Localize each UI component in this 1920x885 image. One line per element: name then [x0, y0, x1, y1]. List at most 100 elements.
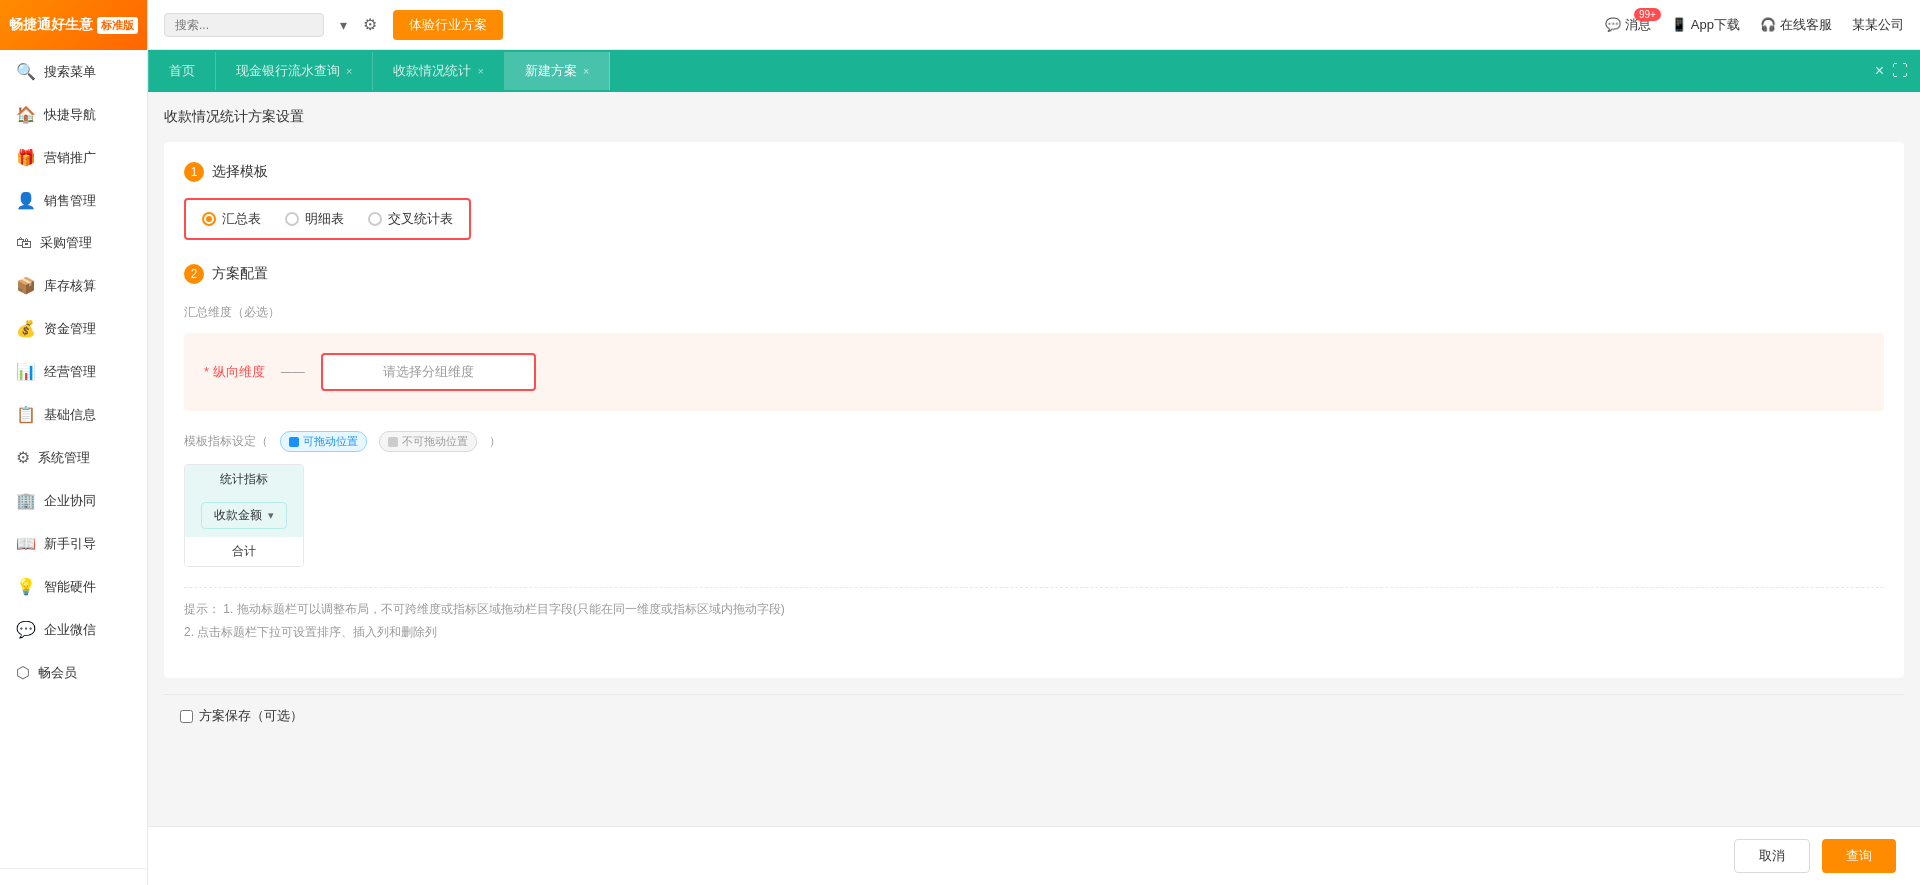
draggable-color-indicator — [289, 437, 299, 447]
dimension-area: 纵向维度 —— 请选择分组维度 — [184, 333, 1884, 411]
sidebar-item-smart-hw[interactable]: 💡 智能硬件 — [0, 565, 147, 608]
tab-bar: 首页 现金银行流水查询 × 收款情况统计 × 新建方案 × × ⛶ — [148, 50, 1920, 92]
metrics-sum-row: 合计 — [185, 537, 303, 566]
tab-home[interactable]: 首页 — [148, 52, 216, 90]
top-header: ▾ ⚙ 体验行业方案 💬 消息 99+ 📱 App下载 🎧 在线客服 某某公司 — [148, 0, 1920, 50]
main-content: 收款情况统计方案设置 1 选择模板 汇总表 — [148, 92, 1920, 826]
download-item[interactable]: 📱 App下载 — [1671, 16, 1740, 34]
sidebar-item-search[interactable]: 🔍 搜索菜单 — [0, 50, 147, 93]
notification-badge: 99+ — [1634, 8, 1661, 21]
non-draggable-label: 不可拖动位置 — [402, 434, 468, 449]
guide-icon: 📖 — [16, 534, 36, 553]
metrics-setting-title: 模板指标设定（ — [184, 433, 268, 450]
sidebar-label-corp-collab: 企业协同 — [44, 492, 96, 510]
radio-summary[interactable] — [202, 212, 216, 226]
query-button[interactable]: 查询 — [1822, 839, 1896, 873]
content-wrapper: 收款情况统计方案设置 1 选择模板 汇总表 — [148, 92, 1920, 885]
main-area: ▾ ⚙ 体验行业方案 💬 消息 99+ 📱 App下载 🎧 在线客服 某某公司 — [148, 0, 1920, 885]
tab-receipt-stats[interactable]: 收款情况统计 × — [373, 52, 504, 90]
template-option-cross[interactable]: 交叉统计表 — [368, 210, 453, 228]
sidebar-label-operations: 经营管理 — [44, 363, 96, 381]
tab-new-plan-close[interactable]: × — [583, 65, 589, 77]
support-item[interactable]: 🎧 在线客服 — [1760, 16, 1832, 34]
tab-close-all-button[interactable]: × — [1875, 62, 1884, 80]
tip1-text: 1. 拖动标题栏可以调整布局，不可跨维度或指标区域拖动栏目字段(只能在同一维度或… — [223, 602, 784, 616]
sidebar-item-basic-info[interactable]: 📋 基础信息 — [0, 393, 147, 436]
sidebar-item-membership[interactable]: ⬡ 畅会员 — [0, 651, 147, 694]
page-footer: 方案保存（可选） — [164, 694, 1904, 737]
tip1: 提示： 1. 拖动标题栏可以调整布局，不可跨维度或指标区域拖动栏目字段(只能在同… — [184, 600, 1884, 619]
dimension-placeholder[interactable]: 请选择分组维度 — [321, 353, 536, 391]
metric-tag-amount[interactable]: 收款金额 ▾ — [201, 502, 287, 529]
sidebar-item-guide[interactable]: 📖 新手引导 — [0, 522, 147, 565]
sidebar-item-inventory[interactable]: 📦 库存核算 — [0, 264, 147, 307]
message-icon: 💬 — [1605, 17, 1621, 32]
purchase-icon: 🛍 — [16, 234, 32, 252]
tab-expand-button[interactable]: ⛶ — [1892, 62, 1908, 80]
dimension-row: 纵向维度 —— 请选择分组维度 — [204, 353, 1864, 391]
template-cross-label: 交叉统计表 — [388, 210, 453, 228]
tab-new-plan[interactable]: 新建方案 × — [505, 52, 610, 90]
template-option-summary[interactable]: 汇总表 — [202, 210, 261, 228]
tips-prefix: 提示： — [184, 602, 220, 616]
sidebar-label-quick-nav: 快捷导航 — [44, 106, 96, 124]
sidebar-item-marketing[interactable]: 🎁 营销推广 — [0, 136, 147, 179]
sidebar-label-finance: 资金管理 — [44, 320, 96, 338]
template-selector-wrapper: 汇总表 明细表 交叉统计表 — [184, 198, 1884, 240]
template-option-detail[interactable]: 明细表 — [285, 210, 344, 228]
bottom-action-bar: 取消 查询 — [148, 826, 1920, 885]
save-plan-checkbox-label[interactable]: 方案保存（可选） — [180, 707, 303, 725]
metric-tag-amount-label: 收款金额 — [214, 507, 262, 524]
quick-nav-icon: 🏠 — [16, 105, 36, 124]
non-draggable-color-indicator — [388, 437, 398, 447]
sidebar-label-basic-info: 基础信息 — [44, 406, 96, 424]
sidebar-item-sales[interactable]: 👤 销售管理 — [0, 179, 147, 222]
inventory-icon: 📦 — [16, 276, 36, 295]
header-dropdown-button[interactable]: ▾ — [340, 17, 347, 33]
system-icon: ⚙ — [16, 448, 30, 467]
sidebar-item-corp-wechat[interactable]: 💬 企业微信 — [0, 608, 147, 651]
summary-dimension-title: 汇总维度（必选） — [184, 304, 1884, 321]
logo-text: 畅捷通好生意 — [9, 16, 93, 34]
sidebar-label-membership: 畅会员 — [38, 664, 77, 682]
step1-label: 选择模板 — [212, 163, 268, 181]
download-label: App下载 — [1691, 16, 1740, 34]
basic-info-icon: 📋 — [16, 405, 36, 424]
user-item[interactable]: 某某公司 — [1852, 16, 1904, 34]
template-selector: 汇总表 明细表 交叉统计表 — [184, 198, 471, 240]
template-summary-label: 汇总表 — [222, 210, 261, 228]
tab-bank-flow-close[interactable]: × — [346, 65, 352, 77]
tab-home-label: 首页 — [169, 62, 195, 80]
sidebar-label-system: 系统管理 — [38, 449, 90, 467]
notification-item[interactable]: 💬 消息 99+ — [1605, 16, 1651, 34]
header-search-input[interactable] — [164, 13, 324, 37]
settings-icon[interactable]: ⚙ — [363, 15, 377, 34]
draggable-label: 可拖动位置 — [303, 434, 358, 449]
metrics-container: 统计指标 收款金额 ▾ 合计 — [184, 464, 304, 567]
sidebar-item-quick-nav[interactable]: 🏠 快捷导航 — [0, 93, 147, 136]
save-plan-checkbox[interactable] — [180, 710, 193, 723]
sidebar-label-marketing: 营销推广 — [44, 149, 96, 167]
sidebar-label-corp-wechat: 企业微信 — [44, 621, 96, 639]
template-detail-label: 明细表 — [305, 210, 344, 228]
trial-button[interactable]: 体验行业方案 — [393, 10, 503, 40]
radio-detail[interactable] — [285, 212, 299, 226]
sidebar-item-purchase[interactable]: 🛍 采购管理 — [0, 222, 147, 264]
corp-wechat-icon: 💬 — [16, 620, 36, 639]
radio-cross[interactable] — [368, 212, 382, 226]
sidebar-label-search: 搜索菜单 — [44, 63, 96, 81]
sidebar-item-corp-collab[interactable]: 🏢 企业协同 — [0, 479, 147, 522]
step1-badge: 1 — [184, 162, 204, 182]
sidebar-label-smart-hw: 智能硬件 — [44, 578, 96, 596]
sidebar-item-system[interactable]: ⚙ 系统管理 — [0, 436, 147, 479]
sidebar-item-operations[interactable]: 📊 经营管理 — [0, 350, 147, 393]
sidebar-bottom — [0, 868, 147, 885]
tab-bank-flow[interactable]: 现金银行流水查询 × — [216, 52, 373, 90]
tab-receipt-stats-close[interactable]: × — [477, 65, 483, 77]
metric-dropdown-icon[interactable]: ▾ — [268, 509, 274, 522]
cancel-button[interactable]: 取消 — [1734, 839, 1810, 873]
sidebar-item-finance[interactable]: 💰 资金管理 — [0, 307, 147, 350]
config-card: 1 选择模板 汇总表 明细表 — [164, 142, 1904, 678]
sidebar-label-sales: 销售管理 — [44, 192, 96, 210]
summary-dimension-section: 汇总维度（必选） 纵向维度 —— 请选择分组维度 — [184, 304, 1884, 411]
